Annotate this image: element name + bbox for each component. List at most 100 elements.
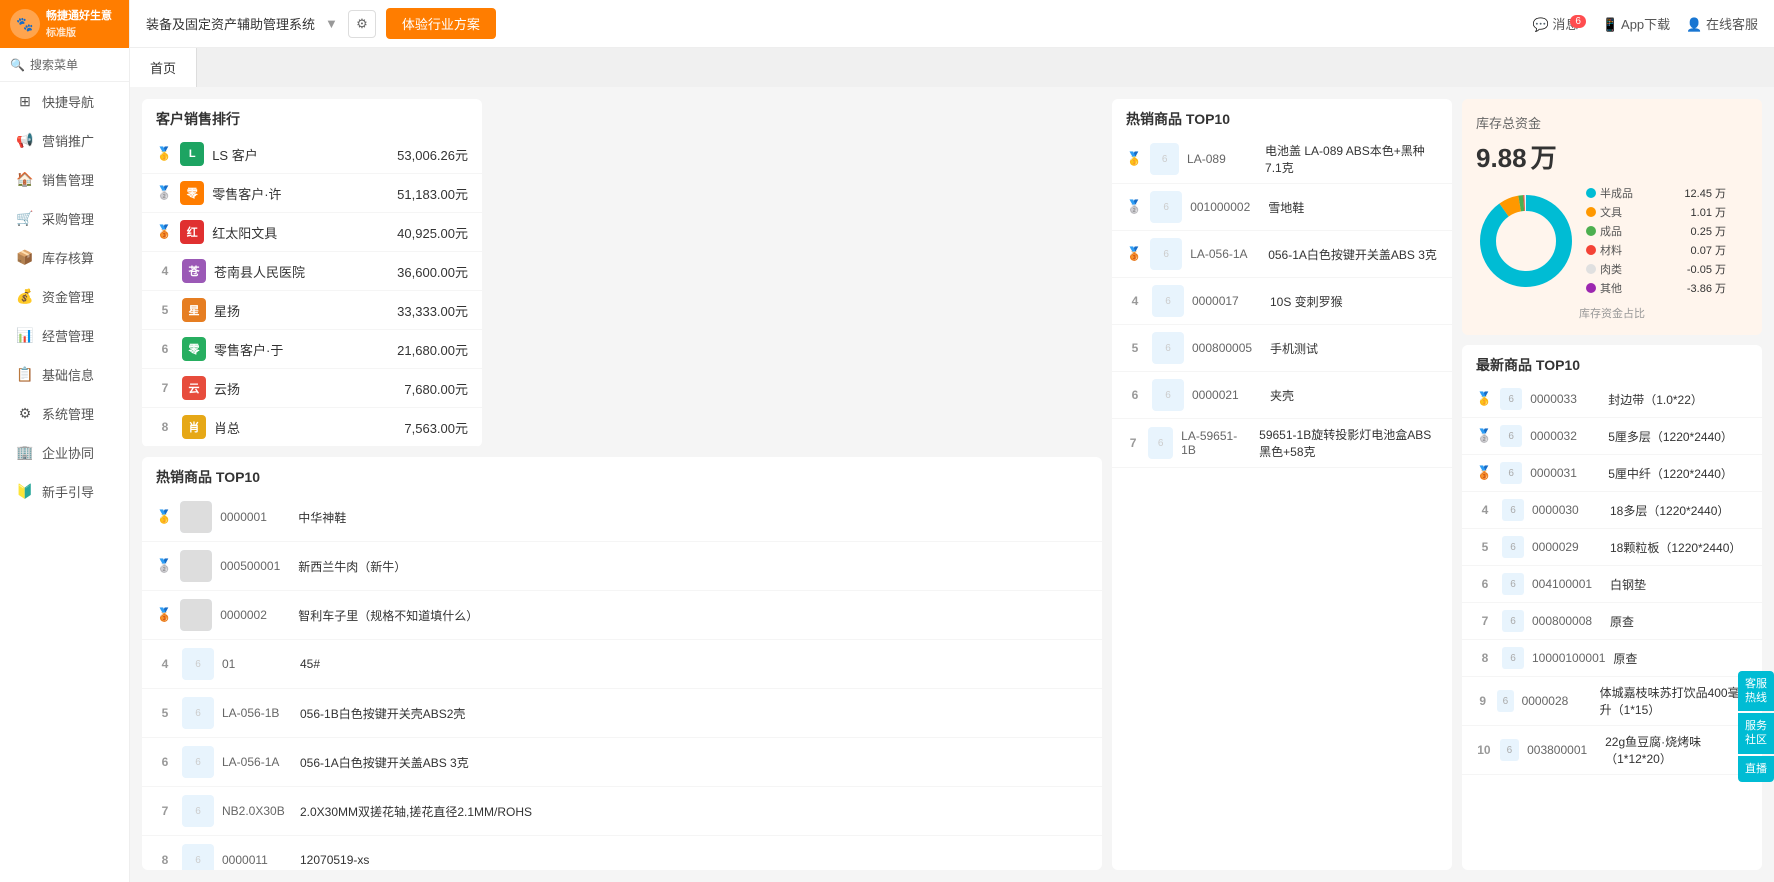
list-item: 5 6 000800005 手机测试 bbox=[1112, 325, 1452, 372]
rank-medal: 🥈 bbox=[156, 558, 172, 574]
list-item: 🥈 6 001000002 雪地鞋 bbox=[1112, 184, 1452, 231]
product-name: 封边带（1.0*22） bbox=[1608, 391, 1703, 408]
newest-products-list: 🥇 6 0000033 封边带（1.0*22） 🥈 6 0000032 5厘多层… bbox=[1462, 381, 1762, 775]
sidebar-item-basic[interactable]: 📋 基础信息 bbox=[0, 355, 129, 394]
list-item: 🥇 6 LA-089 电池盖 LA-089 ABS本色+黑种 7.1克 bbox=[1112, 135, 1452, 184]
message-button[interactable]: 💬 消息6 bbox=[1533, 14, 1586, 33]
legend-label: 材料 bbox=[1600, 242, 1687, 258]
rank-number: 8 bbox=[1476, 651, 1494, 665]
table-row: 4 苍 苍南县人民医院 36,600.00元 bbox=[142, 252, 482, 291]
sidebar-item-system[interactable]: ⚙ 系统管理 bbox=[0, 394, 129, 433]
product-name: 056-1A白色按键开关盖ABS 3克 bbox=[300, 754, 469, 771]
header-dropdown-icon[interactable]: ▼ bbox=[325, 16, 338, 31]
product-name: 18颗粒板（1220*2440） bbox=[1610, 539, 1741, 556]
customer-name: 星扬 bbox=[214, 301, 389, 320]
rank-number: 8 bbox=[156, 420, 174, 434]
float-service-0[interactable]: 客服热线 bbox=[1738, 671, 1774, 712]
legend-dot bbox=[1586, 188, 1596, 198]
sidebar-search-area[interactable]: 🔍 搜索菜单 bbox=[0, 48, 129, 82]
product-icon: 6 bbox=[1502, 573, 1524, 595]
basic-label: 基础信息 bbox=[42, 365, 94, 384]
table-row: 6 零 零售客户·于 21,680.00元 bbox=[142, 330, 482, 369]
app-download-button[interactable]: 📱 App下载 bbox=[1602, 14, 1670, 33]
sidebar-item-enterprise[interactable]: 🏢 企业协同 bbox=[0, 433, 129, 472]
list-item: 🥇 6 0000033 封边带（1.0*22） bbox=[1462, 381, 1762, 418]
basic-icon: 📋 bbox=[16, 366, 34, 384]
legend-item: 其他 -3.86 万 bbox=[1586, 280, 1726, 296]
sidebar-item-sales[interactable]: 🏠 销售管理 bbox=[0, 160, 129, 199]
product-code: 0000029 bbox=[1532, 540, 1602, 554]
product-name: 白钢垫 bbox=[1610, 576, 1646, 593]
rank-number: 6 bbox=[1126, 388, 1144, 402]
customer-amount: 40,925.00元 bbox=[397, 223, 468, 242]
enterprise-icon: 🏢 bbox=[16, 444, 34, 462]
sidebar-item-finance[interactable]: 💰 资金管理 bbox=[0, 277, 129, 316]
sidebar-item-purchase[interactable]: 🛒 采购管理 bbox=[0, 199, 129, 238]
hot-products-list: 🥇 0000001 中华神鞋 🥈 000500001 新西兰牛肉（新牛） 🥉 0… bbox=[142, 493, 1102, 870]
sidebar-item-quick-nav[interactable]: ⊞ 快捷导航 bbox=[0, 82, 129, 121]
header-right: 💬 消息6 📱 App下载 👤 在线客服 bbox=[1533, 14, 1758, 33]
sidebar-item-operation[interactable]: 📊 经营管理 bbox=[0, 316, 129, 355]
list-item: 🥉 6 LA-056-1A 056-1A白色按键开关盖ABS 3克 bbox=[1112, 231, 1452, 278]
customer-name: LS 客户 bbox=[212, 145, 389, 164]
search-menu-label: 搜索菜单 bbox=[30, 56, 78, 73]
legend-label: 成品 bbox=[1600, 223, 1687, 239]
product-image: 6 bbox=[1150, 191, 1182, 223]
product-icon: 6 bbox=[1500, 388, 1522, 410]
product-code: 0000001 bbox=[220, 510, 290, 524]
list-item: 8 6 10000100001 原查 bbox=[1462, 640, 1762, 677]
customer-amount: 51,183.00元 bbox=[397, 184, 468, 203]
rank-medal: 🥈 bbox=[1126, 199, 1142, 215]
customer-amount: 7,563.00元 bbox=[404, 418, 468, 437]
rank-medal: 🥈 bbox=[1476, 428, 1492, 444]
product-image: 6 bbox=[182, 697, 214, 729]
customer-name: 苍南县人民医院 bbox=[214, 262, 389, 281]
sidebar-item-marketing[interactable]: 📢 营销推广 bbox=[0, 121, 129, 160]
customer-avatar: 肖 bbox=[182, 415, 206, 439]
sidebar-item-inventory[interactable]: 📦 库存核算 bbox=[0, 238, 129, 277]
product-name: 5厘多层（1220*2440） bbox=[1608, 428, 1733, 445]
list-item: 🥈 6 0000032 5厘多层（1220*2440） bbox=[1462, 418, 1762, 455]
sidebar-item-guide[interactable]: 🔰 新手引导 bbox=[0, 472, 129, 511]
system-name: 装备及固定资产辅助管理系统 bbox=[146, 14, 315, 33]
product-code: 0000017 bbox=[1192, 294, 1262, 308]
hot-products-title: 热销商品 TOP10 bbox=[142, 457, 1102, 493]
search-menu-button[interactable]: 🔍 搜索菜单 bbox=[10, 56, 119, 73]
product-name: 原查 bbox=[1610, 613, 1634, 630]
tab-home[interactable]: 首页 bbox=[130, 48, 197, 87]
product-code: LA-089 bbox=[1187, 152, 1257, 166]
online-service-button[interactable]: 👤 在线客服 bbox=[1686, 14, 1758, 33]
marketing-label: 营销推广 bbox=[42, 131, 94, 150]
rank-medal: 🥉 bbox=[1126, 246, 1142, 262]
purchase-label: 采购管理 bbox=[42, 209, 94, 228]
product-image: 6 bbox=[1152, 332, 1184, 364]
float-service-2[interactable]: 直播 bbox=[1738, 756, 1774, 782]
rank-number: 5 bbox=[1476, 540, 1494, 554]
table-row: 5 星 星扬 33,333.00元 bbox=[142, 291, 482, 330]
product-image: 6 bbox=[1152, 379, 1184, 411]
product-name: 智利车子里（规格不知道填什么） bbox=[298, 607, 478, 624]
table-row: 🥇 L LS 客户 53,006.26元 bbox=[142, 135, 482, 174]
marketing-icon: 📢 bbox=[16, 132, 34, 150]
product-name: 056-1A白色按键开关盖ABS 3克 bbox=[1268, 246, 1437, 263]
product-code: 0000032 bbox=[1530, 429, 1600, 443]
customer-name: 红太阳文具 bbox=[212, 223, 389, 242]
product-name: 18多层（1220*2440） bbox=[1610, 502, 1729, 519]
finance-icon: 💰 bbox=[16, 288, 34, 306]
product-code: 000800008 bbox=[1532, 614, 1602, 628]
float-service-1[interactable]: 服务社区 bbox=[1738, 713, 1774, 754]
list-item: 6 6 LA-056-1A 056-1A白色按键开关盖ABS 3克 bbox=[142, 738, 1102, 787]
settings-icon[interactable]: ⚙ bbox=[348, 10, 376, 38]
logo-icon: 🐾 bbox=[10, 9, 40, 39]
rank-number: 5 bbox=[156, 303, 174, 317]
inventory-amount: 9.88 bbox=[1476, 143, 1527, 174]
customer-avatar: 云 bbox=[182, 376, 206, 400]
legend-value: 1.01 万 bbox=[1691, 204, 1726, 220]
product-code: LA-056-1A bbox=[222, 755, 292, 769]
left-column: 客户销售排行 🥇 L LS 客户 53,006.26元 🥈 零 零售客户·许 5… bbox=[142, 99, 1102, 870]
hot-products-mid-list: 🥇 6 LA-089 电池盖 LA-089 ABS本色+黑种 7.1克 🥈 6 … bbox=[1112, 135, 1452, 468]
sales-icon: 🏠 bbox=[16, 171, 34, 189]
enterprise-label: 企业协同 bbox=[42, 443, 94, 462]
product-name: 新西兰牛肉（新牛） bbox=[298, 558, 406, 575]
trial-button[interactable]: 体验行业方案 bbox=[386, 8, 496, 39]
